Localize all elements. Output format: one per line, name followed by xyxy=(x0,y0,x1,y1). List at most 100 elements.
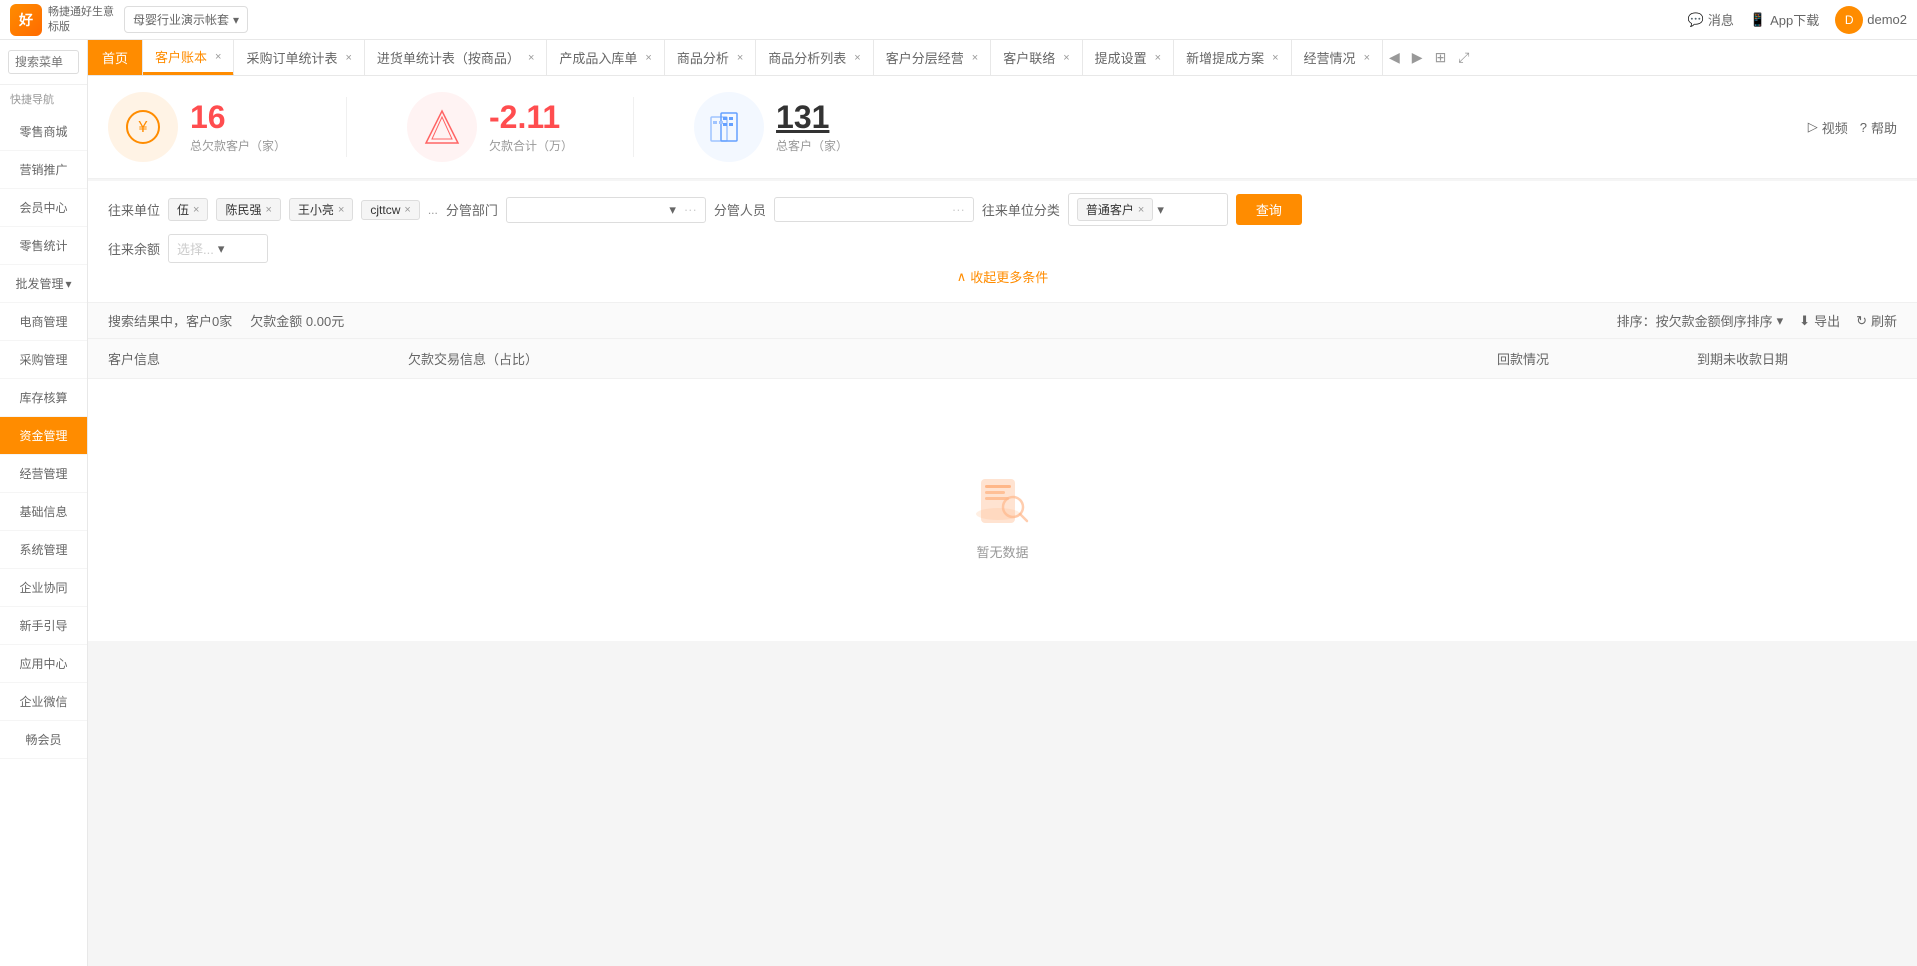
table-empty-state: 暂无数据 xyxy=(88,379,1917,641)
tab-close-np[interactable]: × xyxy=(1272,52,1278,64)
tab-close-ps[interactable]: × xyxy=(1155,52,1161,64)
filter-row-1: 往来单位 伍 × 陈民强 × 王小亮 × xyxy=(108,193,1897,226)
tab-product-analysis-list[interactable]: 商品分析列表 × xyxy=(756,40,873,76)
help-button[interactable]: ? 帮助 xyxy=(1860,118,1897,137)
messages-button[interactable]: 💬 消息 xyxy=(1688,10,1734,29)
sidebar-item-finance[interactable]: 资金管理 xyxy=(0,417,87,455)
tab-close-purchase[interactable]: × xyxy=(345,52,351,64)
tab-customer-contact[interactable]: 客户联络 × xyxy=(991,40,1082,76)
sidebar-item-member-center[interactable]: 会员中心 xyxy=(0,189,87,227)
tab-home[interactable]: 首页 xyxy=(88,40,143,76)
sort-label: 排序：按欠款金额倒序排序 xyxy=(1617,311,1773,330)
tab-close-cc[interactable]: × xyxy=(1063,52,1069,64)
tab-close-pal[interactable]: × xyxy=(854,52,860,64)
sidebar-item-operation[interactable]: 经营管理 xyxy=(0,455,87,493)
tag-close-2[interactable]: × xyxy=(338,204,344,216)
app-download-button[interactable]: 📱 App下载 xyxy=(1750,10,1819,29)
sidebar-item-basic-info[interactable]: 基础信息 xyxy=(0,493,87,531)
tab-close-cost[interactable]: × xyxy=(645,52,651,64)
sidebar-item-inventory[interactable]: 库存核算 xyxy=(0,379,87,417)
result-bar: 搜索结果中，客户0家 欠款金额 0.00元 排序：按欠款金额倒序排序 ▾ ⬇ 导… xyxy=(88,303,1917,339)
tab-cost-inbound[interactable]: 产成品入库单 × xyxy=(547,40,664,76)
tab-promo-settings[interactable]: 提成设置 × xyxy=(1083,40,1174,76)
stat-separator-1 xyxy=(346,97,347,157)
svg-text:¥: ¥ xyxy=(138,119,148,136)
tab-close-cs[interactable]: × xyxy=(972,52,978,64)
category-select[interactable]: 普通客户 × ▾ xyxy=(1068,193,1228,226)
refresh-button[interactable]: ↻ 刷新 xyxy=(1856,311,1897,330)
category-tag-close[interactable]: × xyxy=(1138,204,1144,216)
tab-scroll-right[interactable]: ▶ xyxy=(1406,49,1429,66)
sidebar-item-purchase[interactable]: 采购管理 xyxy=(0,341,87,379)
col-header-debt: 欠款交易信息（占比） xyxy=(408,349,1497,368)
chevron-down-icon: ▾ xyxy=(233,13,239,27)
col-header-customer: 客户信息 xyxy=(108,349,408,368)
sidebar: 快捷导航 零售商城 营销推广 会员中心 零售统计 批发管理 ▾ 电商管理 采购管… xyxy=(0,40,88,966)
sidebar-item-retail-stats[interactable]: 零售统计 xyxy=(0,227,87,265)
app-logo-icon: 好 xyxy=(10,4,42,36)
tab-purchase-order-stat[interactable]: 采购订单统计表 × xyxy=(234,40,364,76)
tag-close-1[interactable]: × xyxy=(265,204,271,216)
category-tag: 普通客户 × xyxy=(1077,198,1153,221)
stat-value-1: 16 xyxy=(190,101,286,133)
export-icon: ⬇ xyxy=(1799,313,1810,329)
tab-inbound-stat[interactable]: 进货单统计表（按商品） × xyxy=(365,40,547,76)
dept-label: 分管部门 xyxy=(446,200,498,219)
sidebar-item-app-center[interactable]: 应用中心 xyxy=(0,645,87,683)
sidebar-item-enterprise-coop[interactable]: 企业协同 xyxy=(0,569,87,607)
sidebar-item-ecommerce[interactable]: 电商管理 xyxy=(0,303,87,341)
empty-illustration xyxy=(963,459,1043,542)
tab-customer-account[interactable]: 客户账本 × xyxy=(143,40,234,76)
chevron-down-icon-bal: ▾ xyxy=(218,241,225,257)
top-actions: 💬 消息 📱 App下载 D demo2 xyxy=(1688,6,1907,34)
person-select[interactable]: ··· xyxy=(774,197,974,222)
chevron-down-icon: ▾ xyxy=(669,202,676,218)
sidebar-item-marketing[interactable]: 营销推广 xyxy=(0,151,87,189)
tab-new-promo[interactable]: 新增提成方案 × xyxy=(1174,40,1291,76)
filter-tag-0: 伍 × xyxy=(168,198,208,221)
tab-product-analysis[interactable]: 商品分析 × xyxy=(665,40,756,76)
sidebar-item-system[interactable]: 系统管理 xyxy=(0,531,87,569)
search-input[interactable] xyxy=(8,50,79,74)
stat-label-1: 总欠款客户（家） xyxy=(190,137,286,154)
export-button[interactable]: ⬇ 导出 xyxy=(1799,311,1840,330)
sort-select[interactable]: 排序：按欠款金额倒序排序 ▾ xyxy=(1617,311,1784,330)
tab-expand[interactable]: ⊞ xyxy=(1429,49,1453,66)
sidebar-item-wholesale[interactable]: 批发管理 ▾ xyxy=(0,265,87,303)
filter-tag-2: 王小亮 × xyxy=(289,198,353,221)
main-area: 快捷导航 零售商城 营销推广 会员中心 零售统计 批发管理 ▾ 电商管理 采购管… xyxy=(0,40,1917,966)
balance-label: 往来余额 xyxy=(108,239,160,258)
tab-close-inbound[interactable]: × xyxy=(528,52,534,64)
balance-select[interactable]: 选择... ▾ xyxy=(168,234,268,263)
tab-scroll-left[interactable]: ◀ xyxy=(1383,49,1406,66)
tab-close-bs[interactable]: × xyxy=(1364,52,1370,64)
tab-fullscreen[interactable]: ⤢ xyxy=(1452,49,1475,66)
tag-close-0[interactable]: × xyxy=(193,204,199,216)
sidebar-item-retail-mall[interactable]: 零售商城 xyxy=(0,113,87,151)
user-menu[interactable]: D demo2 xyxy=(1835,6,1907,34)
filter-collapse-row: ∧ 收起更多条件 xyxy=(108,263,1897,290)
tab-business[interactable]: 经营情况 × xyxy=(1292,40,1383,76)
stat-separator-2 xyxy=(633,97,634,157)
tag-close-3[interactable]: × xyxy=(404,204,410,216)
query-button[interactable]: 查询 xyxy=(1236,194,1302,225)
stat-info-2: -2.11 欠款合计（万） xyxy=(489,101,573,154)
stat-block-3: 131 总客户（家） xyxy=(694,92,848,162)
video-button[interactable]: ▷ 视频 xyxy=(1808,118,1848,137)
tab-close-customer-account[interactable]: × xyxy=(215,51,221,63)
content-area: 首页 客户账本 × 采购订单统计表 × 进货单统计表（按商品） × 产成品入库单… xyxy=(88,40,1917,966)
collapse-button[interactable]: ∧ 收起更多条件 xyxy=(957,267,1049,286)
filter-more-btn[interactable]: ... xyxy=(428,203,438,217)
stat-icon-1: ¥ xyxy=(108,92,178,162)
sidebar-item-beginner[interactable]: 新手引导 xyxy=(0,607,87,645)
account-selector[interactable]: 母婴行业演示帐套 ▾ xyxy=(124,6,248,33)
stat-icon-2 xyxy=(407,92,477,162)
sidebar-item-member[interactable]: 畅会员 xyxy=(0,721,87,759)
tab-close-pa[interactable]: × xyxy=(737,52,743,64)
dept-select[interactable]: ▾ ··· xyxy=(506,197,706,223)
tab-customer-segment[interactable]: 客户分层经营 × xyxy=(874,40,991,76)
sidebar-item-enterprise-wx[interactable]: 企业微信 xyxy=(0,683,87,721)
unit-label: 往来单位 xyxy=(108,200,160,219)
message-icon: 💬 xyxy=(1688,12,1704,28)
sidebar-nav-label: 快捷导航 xyxy=(0,85,87,113)
